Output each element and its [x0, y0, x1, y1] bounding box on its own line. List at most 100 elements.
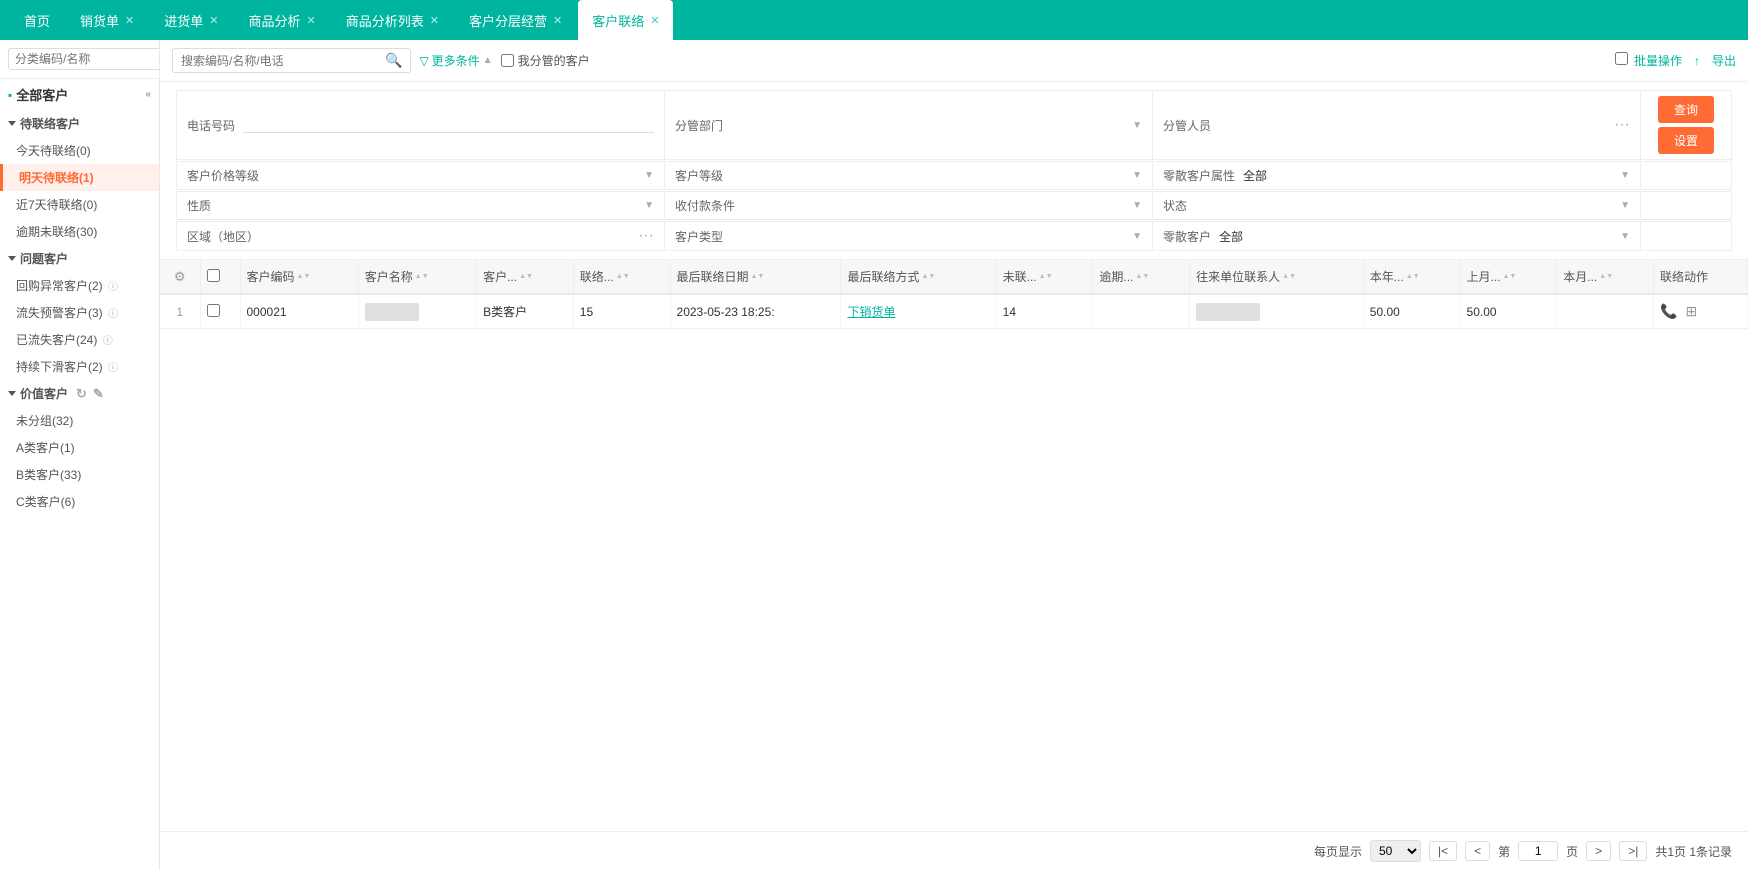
th-last-contact-date[interactable]: 最后联络日期 ▲▼ [670, 260, 841, 294]
value-expand-icon[interactable] [8, 391, 16, 396]
value-refresh-icon[interactable]: ↻ [76, 386, 87, 402]
row-last-contact-date: 2023-05-23 18:25: [677, 305, 775, 319]
filter-more-btn[interactable]: ▽ 更多条件 ▲ [419, 52, 492, 69]
value-edit-icon[interactable]: ✎ [93, 386, 104, 402]
settings-btn[interactable]: 设置 [1658, 127, 1714, 154]
th-overdue[interactable]: 逾期... ▲▼ [1093, 260, 1190, 294]
nav-purchase-close[interactable]: ✕ [209, 14, 218, 27]
page-input[interactable] [1518, 841, 1558, 861]
td-company-contacts: xxxx [1190, 294, 1364, 329]
pagination-first-btn[interactable]: |< [1429, 841, 1457, 861]
th-company-contacts[interactable]: 往来单位联系人 ▲▼ [1190, 260, 1364, 294]
sidebar-item-ungrouped[interactable]: 未分组(32) [0, 407, 159, 434]
th-last-contact-date-label: 最后联络日期 [677, 268, 749, 285]
filter-scattered-arrow[interactable]: ▼ [1620, 231, 1630, 242]
nav-analysis-list[interactable]: 商品分析列表 ✕ [332, 0, 453, 40]
action-icon-phone[interactable]: 📞 [1660, 303, 1677, 320]
filter-scattered-attr-arrow[interactable]: ▼ [1620, 170, 1630, 181]
td-this-month [1557, 294, 1654, 329]
th-not-contacted-label: 未联... [1003, 268, 1037, 285]
export-icon[interactable]: ↑ [1694, 54, 1700, 68]
filter-region-dots[interactable]: ··· [638, 227, 654, 245]
search-icon[interactable]: 🔍 [385, 52, 402, 69]
gear-icon[interactable]: ⚙ [174, 269, 186, 284]
row-type: B类客户 [483, 305, 527, 319]
filter-price-level-arrow: ▼ [644, 170, 654, 181]
export-label[interactable]: 导出 [1712, 52, 1736, 69]
action-icon-grid[interactable]: ⊞ [1685, 303, 1697, 320]
td-name: Ea [358, 294, 476, 329]
filter-person-dots[interactable]: ··· [1614, 116, 1630, 134]
sidebar-item-overdue-pending[interactable]: 逾期未联络(30) [0, 218, 159, 245]
th-type[interactable]: 客户... ▲▼ [477, 260, 574, 294]
th-contacts[interactable]: 联络... ▲▼ [573, 260, 670, 294]
sidebar-collapse-icon[interactable]: « [145, 89, 151, 100]
nav-customer-contact[interactable]: 客户联络 ✕ [578, 0, 673, 40]
th-last-contact-method[interactable]: 最后联络方式 ▲▼ [841, 260, 996, 294]
th-code[interactable]: 客户编码 ▲▼ [240, 260, 358, 294]
th-last-contact-method-label: 最后联络方式 [847, 268, 919, 285]
my-customers-checkbox[interactable]: 我分管的客户 [501, 52, 590, 69]
nav-customer-tier[interactable]: 客户分层经营 ✕ [455, 0, 576, 40]
sidebar-item-churned[interactable]: 已流失客户(24) ⓘ [0, 326, 159, 353]
sidebar-item-7days-pending-label: 近7天待联络(0) [16, 198, 97, 212]
filter-phone-label: 电话号码 [187, 117, 235, 134]
sidebar-all-customers[interactable]: ▪ 全部客户 « [0, 79, 159, 110]
filter-cell-nature: 性质 ▼ [177, 192, 665, 219]
th-not-contacted[interactable]: 未联... ▲▼ [996, 260, 1093, 294]
per-page-label: 每页显示 [1314, 843, 1362, 860]
sidebar-item-b-class-label: B类客户(33) [16, 468, 81, 482]
sidebar-pending-section: 待联络客户 [0, 110, 159, 137]
nav-analysis-close[interactable]: ✕ [307, 14, 316, 27]
query-btn[interactable]: 查询 [1658, 96, 1714, 123]
sidebar-item-b-class[interactable]: B类客户(33) [0, 461, 159, 488]
sidebar-item-7days-pending[interactable]: 近7天待联络(0) [0, 191, 159, 218]
bulk-checkbox[interactable] [1615, 52, 1628, 65]
th-last-month[interactable]: 上月... ▲▼ [1460, 260, 1557, 294]
pagination-next-btn[interactable]: > [1586, 841, 1611, 861]
th-type-sort-icon: ▲▼ [519, 273, 533, 280]
my-customers-check[interactable] [501, 54, 514, 67]
th-this-year[interactable]: 本年... ▲▼ [1363, 260, 1460, 294]
nav-purchase[interactable]: 进货单 ✕ [150, 0, 232, 40]
nav-sales-close[interactable]: ✕ [125, 14, 134, 27]
sidebar-item-tomorrow-pending[interactable]: 明天待联络(1) [0, 164, 159, 191]
sidebar-item-repurchase-anomaly[interactable]: 回购异常客户(2) ⓘ [0, 272, 159, 299]
th-name[interactable]: 客户名称 ▲▼ [358, 260, 476, 294]
td-last-contact-date: 2023-05-23 18:25: [670, 294, 841, 329]
sidebar-item-a-class[interactable]: A类客户(1) [0, 434, 159, 461]
nav-customer-tier-close[interactable]: ✕ [553, 14, 562, 27]
row-last-contact-method[interactable]: 下销货单 [847, 305, 895, 319]
filter-phone-input[interactable] [243, 118, 654, 133]
row-checkbox[interactable] [207, 304, 220, 317]
nav-sales[interactable]: 销货单 ✕ [66, 0, 148, 40]
pagination-last-btn[interactable]: >| [1619, 841, 1647, 861]
problem-expand-icon[interactable] [8, 256, 16, 261]
td-actions: 📞 ⊞ [1654, 294, 1748, 329]
nav-sales-label: 销货单 [80, 11, 119, 30]
sidebar-item-c-class[interactable]: C类客户(6) [0, 488, 159, 515]
nav-customer-contact-close[interactable]: ✕ [650, 14, 659, 27]
sidebar-item-churn-warning[interactable]: 流失预警客户(3) ⓘ [0, 299, 159, 326]
nav-home[interactable]: 首页 [10, 0, 64, 40]
row-name: Ea [365, 303, 420, 321]
sidebar-item-declining[interactable]: 持续下滑客户(2) ⓘ [0, 353, 159, 380]
sidebar-item-today-pending[interactable]: 今天待联络(0) [0, 137, 159, 164]
main-layout: 🔍 ▪ 全部客户 « 待联络客户 今天待联络(0) 明天待联络(1) 近7天待联… [0, 40, 1748, 870]
per-page-select[interactable]: 50 100 200 [1370, 840, 1421, 862]
sidebar-search-input[interactable] [8, 48, 160, 70]
th-last-contact-date-sort-icon: ▲▼ [751, 273, 765, 280]
select-all-checkbox[interactable] [207, 269, 220, 282]
filter-nature-label: 性质 [187, 197, 211, 214]
search-input[interactable] [181, 54, 381, 68]
pending-expand-icon[interactable] [8, 121, 16, 126]
row-no: 1 [176, 305, 183, 319]
th-this-month[interactable]: 本月... ▲▼ [1557, 260, 1654, 294]
bulk-actions-label[interactable]: 批量操作 [1634, 54, 1682, 68]
td-checkbox [200, 294, 240, 329]
filter-scattered-value: 全部 [1219, 228, 1612, 245]
pagination-prev-btn[interactable]: < [1465, 841, 1490, 861]
filter-region-label: 区域（地区） [187, 228, 259, 245]
nav-analysis[interactable]: 商品分析 ✕ [234, 0, 329, 40]
nav-analysis-list-close[interactable]: ✕ [430, 14, 439, 27]
